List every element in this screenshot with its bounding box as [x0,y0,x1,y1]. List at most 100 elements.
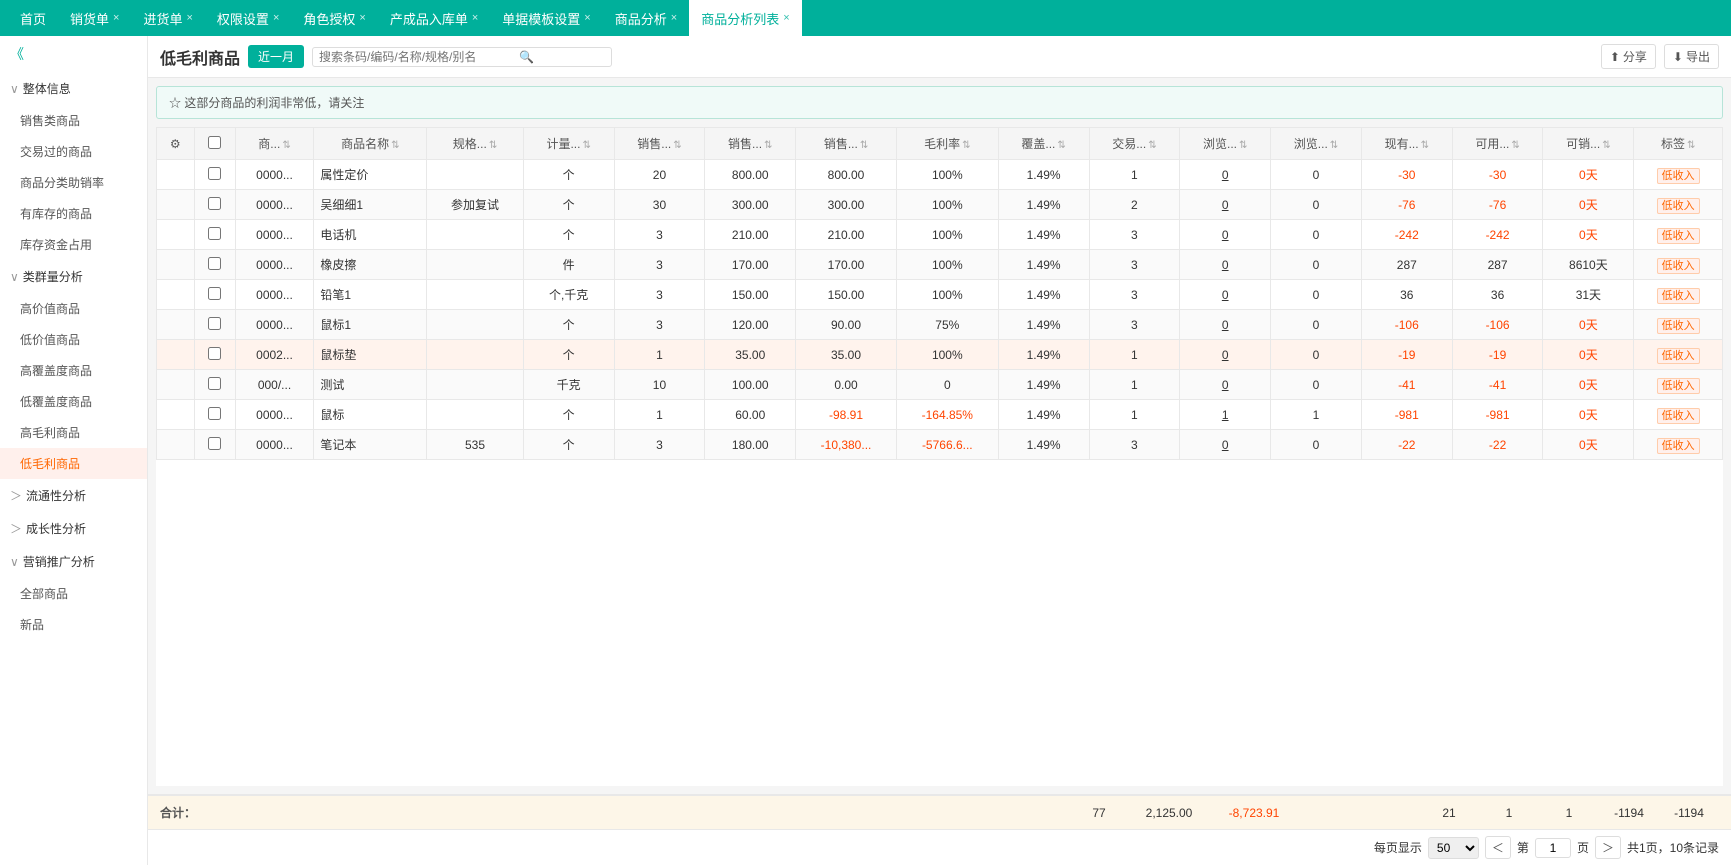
search-input[interactable] [319,50,519,64]
row-checkbox[interactable] [194,190,235,220]
col-trade-count[interactable]: 交易...⇅ [1089,128,1180,160]
sidebar-item-traded-goods[interactable]: 交易过的商品 [0,136,147,167]
row-select-checkbox[interactable] [208,437,221,450]
row-browse1[interactable]: 1 [1180,400,1271,430]
sidebar-item-all-goods[interactable]: 全部商品 [0,578,147,609]
row-browse1[interactable]: 0 [1180,310,1271,340]
row-settings[interactable] [157,160,195,190]
row-select-checkbox[interactable] [208,227,221,240]
col-gross-margin[interactable]: 毛利率⇅ [896,128,998,160]
col-current-stock[interactable]: 现有...⇅ [1361,128,1452,160]
row-browse1[interactable]: 0 [1180,370,1271,400]
select-all-checkbox[interactable] [208,136,221,149]
sidebar-item-stock-capital[interactable]: 库存资金占用 [0,229,147,260]
row-browse1[interactable]: 0 [1180,220,1271,250]
sidebar-group-flow[interactable]: ＞ 流通性分析 [0,479,147,512]
row-checkbox[interactable] [194,370,235,400]
nav-item-permissions[interactable]: 权限设置 × [205,0,291,36]
row-settings[interactable] [157,400,195,430]
row-select-checkbox[interactable] [208,167,221,180]
col-unit[interactable]: 计量...⇅ [523,128,614,160]
row-checkbox[interactable] [194,220,235,250]
row-settings[interactable] [157,190,195,220]
close-icon[interactable]: × [186,12,192,24]
row-checkbox[interactable] [194,400,235,430]
share-button[interactable]: ⬆ 分享 [1601,44,1656,69]
col-sales-amount[interactable]: 销售...⇅ [705,128,796,160]
next-page-button[interactable]: ＞ [1595,836,1621,859]
close-icon[interactable]: × [671,12,677,24]
col-code[interactable]: 商...⇅ [235,128,314,160]
nav-item-product-analysis[interactable]: 商品分析 × [603,0,689,36]
sidebar-item-sales-goods[interactable]: 销售类商品 [0,105,147,136]
col-sellable-days[interactable]: 可销...⇅ [1543,128,1634,160]
col-settings[interactable]: ⚙ [157,128,195,160]
sidebar-collapse-button[interactable]: 《 [6,40,28,68]
row-settings[interactable] [157,280,195,310]
sidebar-item-high-coverage[interactable]: 高覆盖度商品 [0,355,147,386]
row-browse1[interactable]: 0 [1180,160,1271,190]
col-spec[interactable]: 规格...⇅ [427,128,524,160]
sidebar-item-low-margin[interactable]: 低毛利商品 [0,448,147,479]
sidebar-group-growth[interactable]: ＞ 成长性分析 [0,512,147,545]
sidebar-item-stocked-goods[interactable]: 有库存的商品 [0,198,147,229]
sidebar-group-marketing[interactable]: ∨ 营销推广分析 [0,545,147,578]
row-browse1[interactable]: 0 [1180,280,1271,310]
row-checkbox[interactable] [194,310,235,340]
row-select-checkbox[interactable] [208,407,221,420]
row-settings[interactable] [157,310,195,340]
row-select-checkbox[interactable] [208,377,221,390]
sidebar-item-low-coverage[interactable]: 低覆盖度商品 [0,386,147,417]
row-select-checkbox[interactable] [208,197,221,210]
nav-item-sales[interactable]: 销货单 × [58,0,131,36]
row-settings[interactable] [157,220,195,250]
col-checkbox[interactable] [194,128,235,160]
close-icon[interactable]: × [783,12,789,24]
row-checkbox[interactable] [194,430,235,460]
sidebar-group-cluster[interactable]: ∨ 类群量分析 [0,260,147,293]
sidebar-item-high-value[interactable]: 高价值商品 [0,293,147,324]
sidebar-item-low-value[interactable]: 低价值商品 [0,324,147,355]
close-icon[interactable]: × [113,12,119,24]
close-icon[interactable]: × [273,12,279,24]
row-settings[interactable] [157,370,195,400]
search-box[interactable]: 🔍 [312,47,612,67]
time-filter-button[interactable]: 近一月 [248,45,304,68]
col-browse1[interactable]: 浏览...⇅ [1180,128,1271,160]
row-checkbox[interactable] [194,250,235,280]
close-icon[interactable]: × [472,12,478,24]
col-sales-qty[interactable]: 销售...⇅ [614,128,705,160]
close-icon[interactable]: × [584,12,590,24]
row-select-checkbox[interactable] [208,287,221,300]
row-checkbox[interactable] [194,280,235,310]
row-browse1[interactable]: 0 [1180,340,1271,370]
row-select-checkbox[interactable] [208,257,221,270]
sidebar-item-new-goods[interactable]: 新品 [0,609,147,640]
nav-item-product-entry[interactable]: 产成品入库单 × [378,0,490,36]
row-select-checkbox[interactable] [208,317,221,330]
row-settings[interactable] [157,340,195,370]
col-browse2[interactable]: 浏览...⇅ [1271,128,1362,160]
close-icon[interactable]: × [359,12,365,24]
nav-item-template[interactable]: 单据模板设置 × [490,0,602,36]
row-checkbox[interactable] [194,160,235,190]
row-settings[interactable] [157,250,195,280]
col-name[interactable]: 商品名称⇅ [314,128,427,160]
nav-item-roles[interactable]: 角色授权 × [291,0,377,36]
prev-page-button[interactable]: ＜ [1485,836,1511,859]
row-browse1[interactable]: 0 [1180,190,1271,220]
row-browse1[interactable]: 0 [1180,250,1271,280]
row-settings[interactable] [157,430,195,460]
col-available-stock[interactable]: 可用...⇅ [1452,128,1543,160]
col-sales-profit[interactable]: 销售...⇅ [796,128,897,160]
export-button[interactable]: ⬇ 导出 [1664,44,1719,69]
row-browse1[interactable]: 0 [1180,430,1271,460]
row-select-checkbox[interactable] [208,347,221,360]
sidebar-item-high-margin[interactable]: 高毛利商品 [0,417,147,448]
col-coverage[interactable]: 覆盖...⇅ [998,128,1089,160]
nav-item-purchase[interactable]: 进货单 × [131,0,204,36]
col-tag[interactable]: 标签⇅ [1634,128,1723,160]
page-number-input[interactable] [1535,838,1571,858]
sidebar-group-overall[interactable]: ∨ 整体信息 [0,72,147,105]
nav-item-analysis-list[interactable]: 商品分析列表 × [689,0,801,36]
